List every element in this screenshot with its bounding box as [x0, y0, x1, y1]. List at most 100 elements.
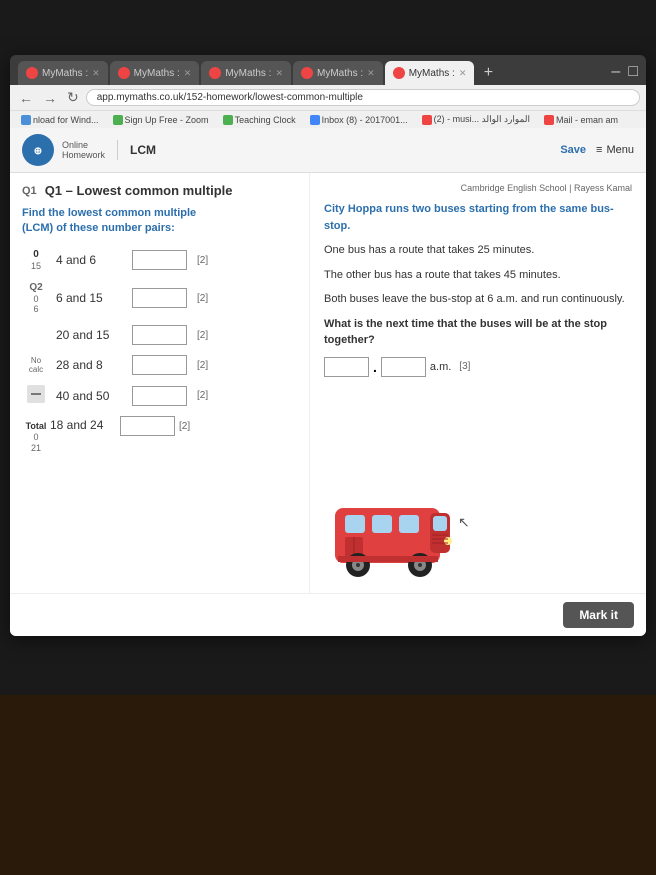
- answer-input-3[interactable]: [132, 325, 187, 345]
- mymaths-logo: ⊕: [22, 134, 54, 166]
- answer-input-6[interactable]: [120, 416, 175, 436]
- tab-4[interactable]: MyMaths : ✕: [293, 61, 383, 85]
- answer-input-1[interactable]: [132, 250, 187, 270]
- answer-input-2[interactable]: [132, 288, 187, 308]
- address-input[interactable]: [86, 89, 640, 106]
- bookmark-icon-3: [223, 115, 233, 125]
- answer-input-4[interactable]: [132, 355, 187, 375]
- tab-close-3[interactable]: ✕: [275, 68, 283, 79]
- bookmark-4[interactable]: Inbox (8) - 2017001...: [307, 114, 411, 126]
- q-row-3: 20 and 15 [2]: [22, 325, 297, 345]
- time-answer-input-2[interactable]: [381, 357, 426, 377]
- address-bar-row: ← → ↻: [10, 85, 646, 110]
- pair-text-6: 18 and 24: [50, 418, 120, 432]
- tab-favicon-4: [301, 67, 313, 79]
- tab-5[interactable]: MyMaths : ✕: [385, 61, 475, 85]
- mymaths-header: ⊕ Online Homework LCM Save ≡ Menu: [10, 128, 646, 173]
- bookmark-2[interactable]: Sign Up Free - Zoom: [110, 114, 212, 126]
- bookmark-label-3: Teaching Clock: [235, 115, 296, 125]
- page-content: ⊕ Online Homework LCM Save ≡ Menu: [10, 128, 646, 636]
- new-tab-button[interactable]: +: [476, 61, 500, 85]
- tab-3[interactable]: MyMaths : ✕: [201, 61, 291, 85]
- marks-6: [2]: [179, 421, 190, 432]
- menu-icon: ≡: [596, 144, 602, 156]
- mark-it-area: Mark it: [10, 593, 646, 636]
- marks-2: [2]: [197, 293, 208, 304]
- tab-close-1[interactable]: ✕: [92, 68, 100, 79]
- tab-close-4[interactable]: ✕: [367, 68, 375, 79]
- bookmark-icon-4: [310, 115, 320, 125]
- score-total: Total 0 21: [22, 421, 50, 453]
- marks-1: [2]: [197, 255, 208, 266]
- header-right: Save ≡ Menu: [560, 144, 634, 156]
- bus-illustration: [330, 493, 460, 583]
- bookmark-6[interactable]: Mail - eman am: [541, 114, 621, 126]
- menu-label: Menu: [606, 144, 634, 156]
- marks-4: [2]: [197, 360, 208, 371]
- header-divider: [117, 140, 118, 160]
- score-q2: Q2 0 6: [22, 282, 50, 316]
- tab-close-2[interactable]: ✕: [184, 68, 192, 79]
- bookmark-label-5: (2) - musi... الموارد الوالد: [434, 114, 530, 125]
- maximize-button[interactable]: □: [628, 63, 638, 81]
- online-label: Online Homework: [62, 140, 105, 160]
- story-p1: One bus has a route that takes 25 minute…: [324, 242, 632, 259]
- tab-favicon-1: [26, 67, 38, 79]
- q-title-row: Q1 Q1 – Lowest common multiple: [22, 183, 297, 198]
- am-label: a.m.: [430, 361, 451, 373]
- reload-button[interactable]: ↻: [64, 89, 82, 106]
- browser-chrome: MyMaths : ✕ MyMaths : ✕ MyMaths : ✕ MyMa…: [10, 55, 646, 85]
- q-instruction: Find the lowest common multiple(LCM) of …: [22, 206, 297, 237]
- bookmark-icon-6: [544, 115, 554, 125]
- tab-close-5[interactable]: ✕: [459, 68, 467, 79]
- tab-label-3: MyMaths :: [225, 68, 271, 79]
- forward-button[interactable]: →: [40, 90, 60, 106]
- pair-text-3: 20 and 15: [56, 328, 126, 342]
- score-1: 0 15: [22, 249, 50, 272]
- pair-text-2: 6 and 15: [56, 291, 126, 305]
- tab-label-2: MyMaths :: [134, 68, 180, 79]
- time-answer-input-1[interactable]: [324, 357, 369, 377]
- pair-text-5: 40 and 50: [56, 389, 126, 403]
- minimize-button[interactable]: –: [611, 63, 620, 81]
- right-panel: Cambridge English School | Rayess Kamal …: [310, 173, 646, 593]
- bookmark-label-6: Mail - eman am: [556, 115, 618, 125]
- total-row: Total 0 21 18 and 24 [2]: [22, 416, 297, 453]
- q-row-1: 0 15 4 and 6 [2]: [22, 249, 297, 272]
- back-button[interactable]: ←: [16, 90, 36, 106]
- bookmark-icon-5: [422, 115, 432, 125]
- bookmark-label-4: Inbox (8) - 2017001...: [322, 115, 408, 125]
- school-info: Cambridge English School | Rayess Kamal: [324, 183, 632, 193]
- tab-label-4: MyMaths :: [317, 68, 363, 79]
- tabs-bar: MyMaths : ✕ MyMaths : ✕ MyMaths : ✕ MyMa…: [18, 61, 638, 85]
- story-q: What is the next time that the buses wil…: [324, 316, 632, 349]
- menu-button[interactable]: ≡ Menu: [596, 144, 634, 156]
- answer-marks: [3]: [459, 361, 470, 372]
- tab-label-1: MyMaths :: [42, 68, 88, 79]
- marks-5: [2]: [197, 390, 208, 401]
- q1-title: Q1 – Lowest common multiple: [45, 183, 233, 198]
- bookmark-icon-2: [113, 115, 123, 125]
- question-area: Q1 Q1 – Lowest common multiple Find the …: [10, 173, 646, 593]
- story-p2: The other bus has a route that takes 45 …: [324, 267, 632, 284]
- tab-2[interactable]: MyMaths : ✕: [110, 61, 200, 85]
- story-title: City Hoppa runs two buses starting from …: [324, 201, 632, 234]
- tab-1[interactable]: MyMaths : ✕: [18, 61, 108, 85]
- dot-separator: .: [373, 359, 377, 375]
- score-5: [22, 385, 50, 406]
- story-p3: Both buses leave the bus-stop at 6 a.m. …: [324, 291, 632, 308]
- bookmark-3[interactable]: Teaching Clock: [220, 114, 299, 126]
- answer-input-5[interactable]: [132, 386, 187, 406]
- q-row-4: No calc 28 and 8 [2]: [22, 355, 297, 375]
- save-button[interactable]: Save: [560, 144, 586, 156]
- left-panel: Q1 Q1 – Lowest common multiple Find the …: [10, 173, 310, 593]
- bookmarks-bar: nload for Wind... Sign Up Free - Zoom Te…: [10, 110, 646, 128]
- bookmark-5[interactable]: (2) - musi... الموارد الوالد: [419, 113, 533, 126]
- tab-label-5: MyMaths :: [409, 68, 455, 79]
- browser-window: MyMaths : ✕ MyMaths : ✕ MyMaths : ✕ MyMa…: [10, 55, 646, 636]
- pair-text-4: 28 and 8: [56, 358, 126, 372]
- mark-it-button[interactable]: Mark it: [563, 602, 634, 628]
- tab-favicon-5: [393, 67, 405, 79]
- q1-label: Q1: [22, 185, 37, 197]
- bookmark-1[interactable]: nload for Wind...: [18, 114, 102, 126]
